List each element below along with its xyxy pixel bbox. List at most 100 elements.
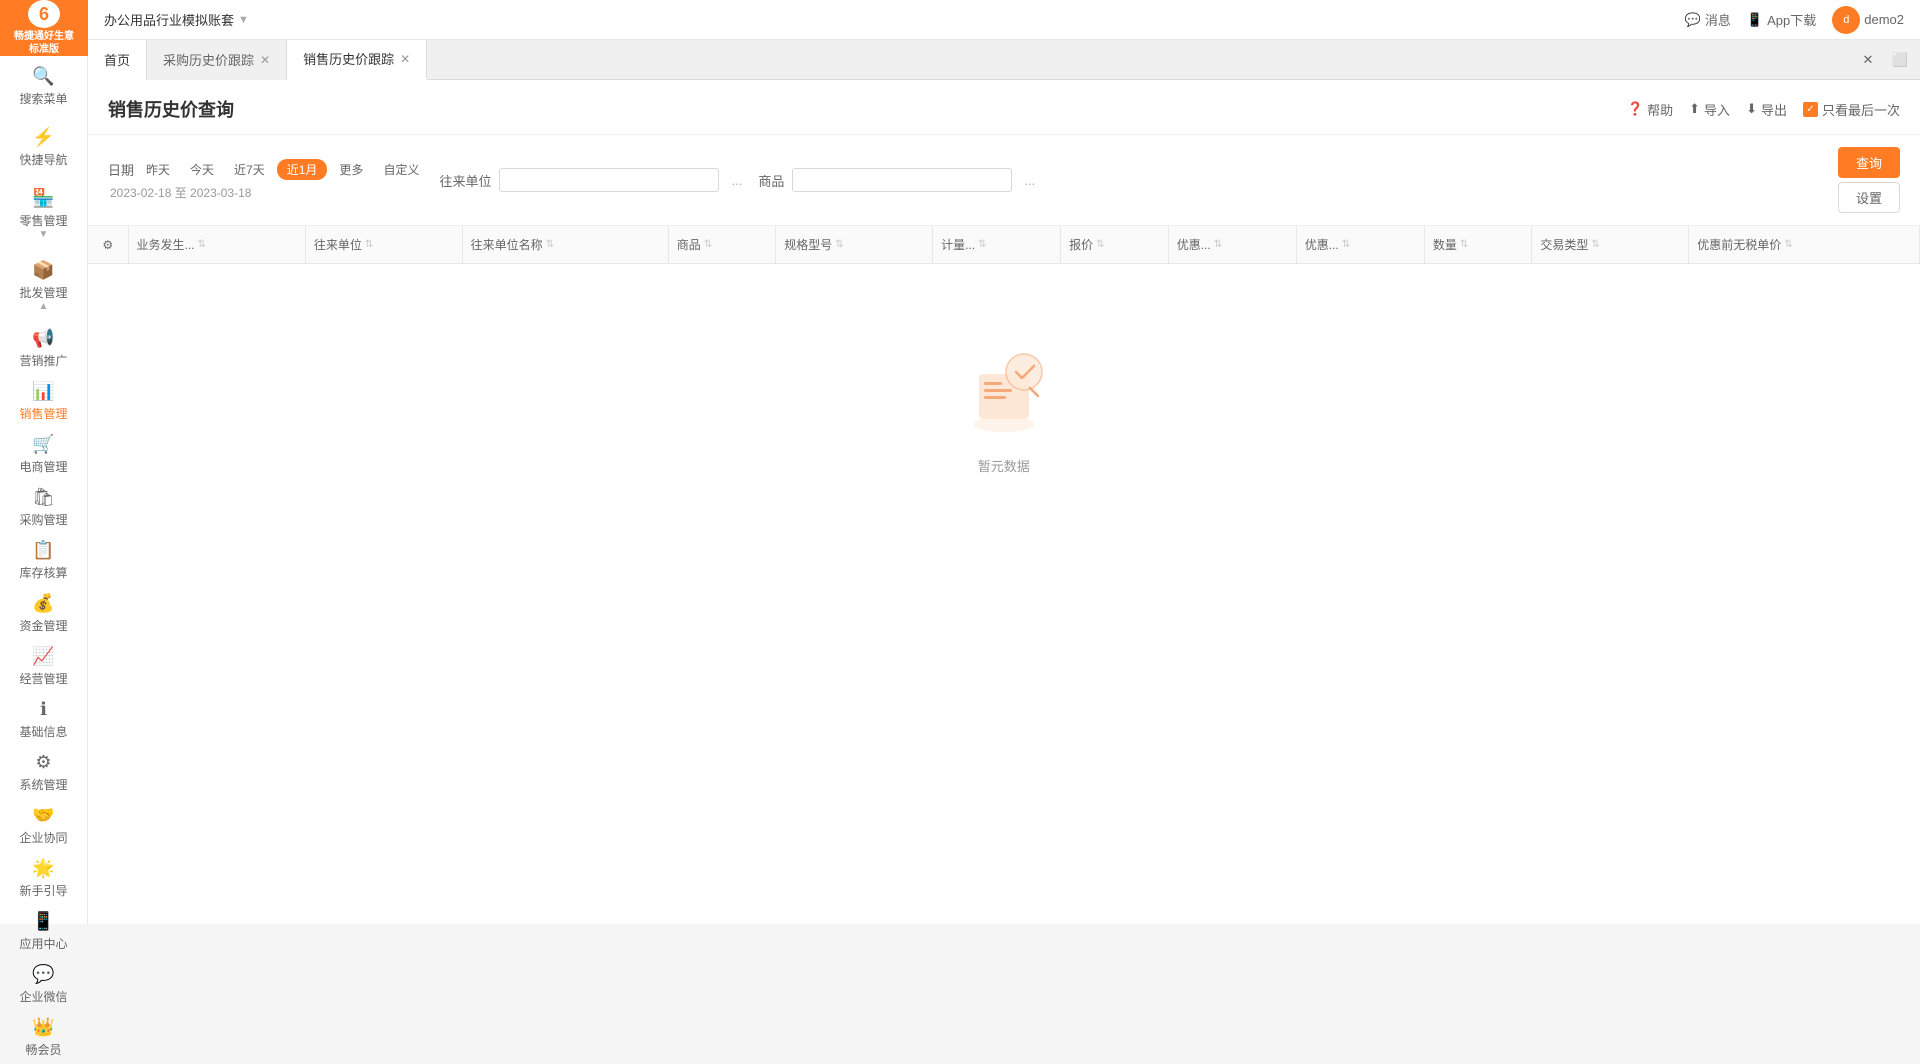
col-partner-code[interactable]: 往来单位 ⇅ <box>305 226 462 264</box>
tab-sales-history-label: 销售历史价跟踪 <box>303 49 394 68</box>
tab-sales-history[interactable]: 销售历史价跟踪 ✕ <box>287 40 427 80</box>
purchase-mgmt-icon: 🛍 <box>32 487 55 508</box>
col-partner-name[interactable]: 往来单位名称 ⇅ <box>462 226 668 264</box>
sidebar-item-ecommerce-mgmt[interactable]: 🛒 电商管理 <box>0 428 87 481</box>
date-btn-yesterday[interactable]: 昨天 <box>138 159 178 180</box>
export-label: 导出 <box>1761 100 1787 119</box>
enterprise-wechat-icon: 💬 <box>32 964 54 985</box>
quick-nav-icon: ⚡ <box>32 127 54 148</box>
date-btn-1month[interactable]: 近1月 <box>277 159 328 180</box>
sidebar-item-wholesale-mgmt[interactable]: 📦 批发管理 ▲ <box>0 250 87 322</box>
help-button[interactable]: ❓ 帮助 <box>1627 100 1673 119</box>
col-discount2[interactable]: 优惠... ⇅ <box>1296 226 1424 264</box>
partner-search-input[interactable] <box>499 168 719 192</box>
col-product-label: 商品 <box>677 236 701 253</box>
sidebar-item-label: 应用中心 <box>19 935 67 952</box>
col-trade-type[interactable]: 交易类型 ⇅ <box>1532 226 1689 264</box>
col-discount1[interactable]: 优惠... ⇅ <box>1168 226 1296 264</box>
sidebar-item-system-mgmt[interactable]: ⚙ 系统管理 <box>0 746 87 799</box>
sidebar-item-label: 快捷导航 <box>19 151 67 168</box>
col-discount1-label: 优惠... <box>1177 236 1211 253</box>
col-qty[interactable]: 数量 ⇅ <box>1424 226 1532 264</box>
sidebar-item-members[interactable]: 👑 畅会员 <box>0 1011 87 1064</box>
data-table: ⚙ 业务发生... ⇅ 往来单位 ⇅ <box>88 226 1920 555</box>
app-logo: 6 畅捷通好生意 标准版 <box>0 0 88 56</box>
close-all-tabs-btn[interactable]: ✕ <box>1856 48 1880 72</box>
ops-mgmt-icon: 📈 <box>32 646 54 667</box>
app-download-btn[interactable]: 📱 App下载 <box>1747 10 1816 29</box>
sidebar-item-basic-info[interactable]: ℹ 基础信息 <box>0 693 87 746</box>
page-content: 销售历史价查询 ❓ 帮助 ⬆ 导入 ⬇ 导出 <box>88 80 1920 924</box>
col-spec[interactable]: 规格型号 ⇅ <box>776 226 933 264</box>
logo-subtitle: 标准版 <box>29 43 59 56</box>
account-dropdown[interactable]: 办公用品行业模拟账套 ▼ <box>104 10 249 29</box>
col-quote[interactable]: 报价 ⇅ <box>1061 226 1169 264</box>
maximize-btn[interactable]: ⬜ <box>1888 48 1912 72</box>
app-download-label: App下载 <box>1767 10 1816 29</box>
system-mgmt-icon: ⚙ <box>35 752 51 773</box>
avatar: d <box>1832 6 1860 34</box>
col-qty-label: 数量 <box>1433 236 1457 253</box>
sort-icon-unit: ⇅ <box>978 239 986 250</box>
sidebar-item-search-menu[interactable]: 🔍 搜索菜单 <box>0 56 87 117</box>
wholesale-mgmt-icon: 📦 <box>32 260 54 281</box>
tab-home[interactable]: 首页 <box>88 40 147 80</box>
product-search-field: 商品 ... <box>758 168 1039 192</box>
message-icon: 💬 <box>1685 12 1701 28</box>
export-button[interactable]: ⬇ 导出 <box>1746 100 1787 119</box>
sidebar-item-ops-mgmt[interactable]: 📈 经营管理 <box>0 640 87 693</box>
product-search-input[interactable] <box>792 168 1012 192</box>
col-quote-label: 报价 <box>1069 236 1093 253</box>
date-btn-more[interactable]: 更多 <box>331 159 371 180</box>
only-last-checkbox[interactable] <box>1803 102 1818 117</box>
sidebar-item-label: 资金管理 <box>19 617 67 634</box>
product-search-dots[interactable]: ... <box>1020 173 1039 188</box>
sidebar-item-quick-nav[interactable]: ⚡ 快捷导航 <box>0 117 87 178</box>
message-btn[interactable]: 💬 消息 <box>1685 10 1731 29</box>
sidebar-item-new-guide[interactable]: 🌟 新手引导 <box>0 852 87 905</box>
sidebar-item-label: 电商管理 <box>19 458 67 475</box>
date-btn-today[interactable]: 今天 <box>182 159 222 180</box>
sidebar-item-enterprise-collab[interactable]: 🤝 企业协同 <box>0 799 87 852</box>
sidebar-item-marketing[interactable]: 📢 营销推广 <box>0 322 87 375</box>
sidebar-item-retail-mgmt[interactable]: 🏪 零售管理 ▼ <box>0 178 87 250</box>
table-body: 暂元数据 <box>88 264 1920 556</box>
col-settings[interactable]: ⚙ <box>88 226 128 264</box>
sort-icon-discount2: ⇅ <box>1342 239 1350 250</box>
date-filter-label: 日期 <box>108 160 134 179</box>
sidebar-item-finance-mgmt[interactable]: 💰 资金管理 <box>0 587 87 640</box>
query-button[interactable]: 查询 <box>1838 147 1900 178</box>
app-center-icon: 📱 <box>32 911 54 932</box>
tab-sales-history-close[interactable]: ✕ <box>400 52 410 66</box>
date-btn-custom[interactable]: 自定义 <box>375 159 427 180</box>
tab-purchase-history-close[interactable]: ✕ <box>260 53 270 67</box>
col-pre-tax-price-label: 优惠前无税单价 <box>1697 236 1781 253</box>
import-button[interactable]: ⬆ 导入 <box>1689 100 1730 119</box>
col-biz-date[interactable]: 业务发生... ⇅ <box>128 226 305 264</box>
tab-purchase-history[interactable]: 采购历史价跟踪 ✕ <box>147 40 287 80</box>
page-title: 销售历史价查询 <box>108 96 234 122</box>
sidebar-item-label: 库存核算 <box>19 564 67 581</box>
sidebar-item-purchase-mgmt[interactable]: 🛍 采购管理 <box>0 481 87 534</box>
date-btn-7days[interactable]: 近7天 <box>226 159 273 180</box>
filter-toolbar: 日期 昨天 今天 近7天 近1月 更多 自定义 2023-02-18 至 202… <box>88 135 1920 226</box>
sidebar-item-label: 搜索菜单 <box>19 90 67 107</box>
col-discount2-label: 优惠... <box>1305 236 1339 253</box>
settings-button[interactable]: 设置 <box>1838 182 1900 213</box>
sort-icon-spec: ⇅ <box>835 239 843 250</box>
sidebar-item-enterprise-wechat[interactable]: 💬 企业微信 <box>0 958 87 1011</box>
col-unit[interactable]: 计量... ⇅ <box>933 226 1061 264</box>
date-range-display: 2023-02-18 至 2023-03-18 <box>108 184 427 201</box>
only-last-checkbox-group[interactable]: 只看最后一次 <box>1803 100 1900 119</box>
col-pre-tax-price[interactable]: 优惠前无税单价 ⇅ <box>1689 226 1920 264</box>
partner-search-dots[interactable]: ... <box>727 173 746 188</box>
sidebar-item-sales-mgmt[interactable]: 📊 销售管理 <box>0 375 87 428</box>
sidebar-item-label: 企业微信 <box>19 988 67 1005</box>
user-profile[interactable]: d demo2 <box>1832 6 1904 34</box>
sidebar-item-inventory[interactable]: 📋 库存核算 <box>0 534 87 587</box>
col-product[interactable]: 商品 ⇅ <box>668 226 776 264</box>
sidebar-item-label: 基础信息 <box>19 723 67 740</box>
col-unit-label: 计量... <box>941 236 975 253</box>
logo-icon: 6 <box>28 0 60 28</box>
sidebar-item-app-center[interactable]: 📱 应用中心 <box>0 905 87 958</box>
